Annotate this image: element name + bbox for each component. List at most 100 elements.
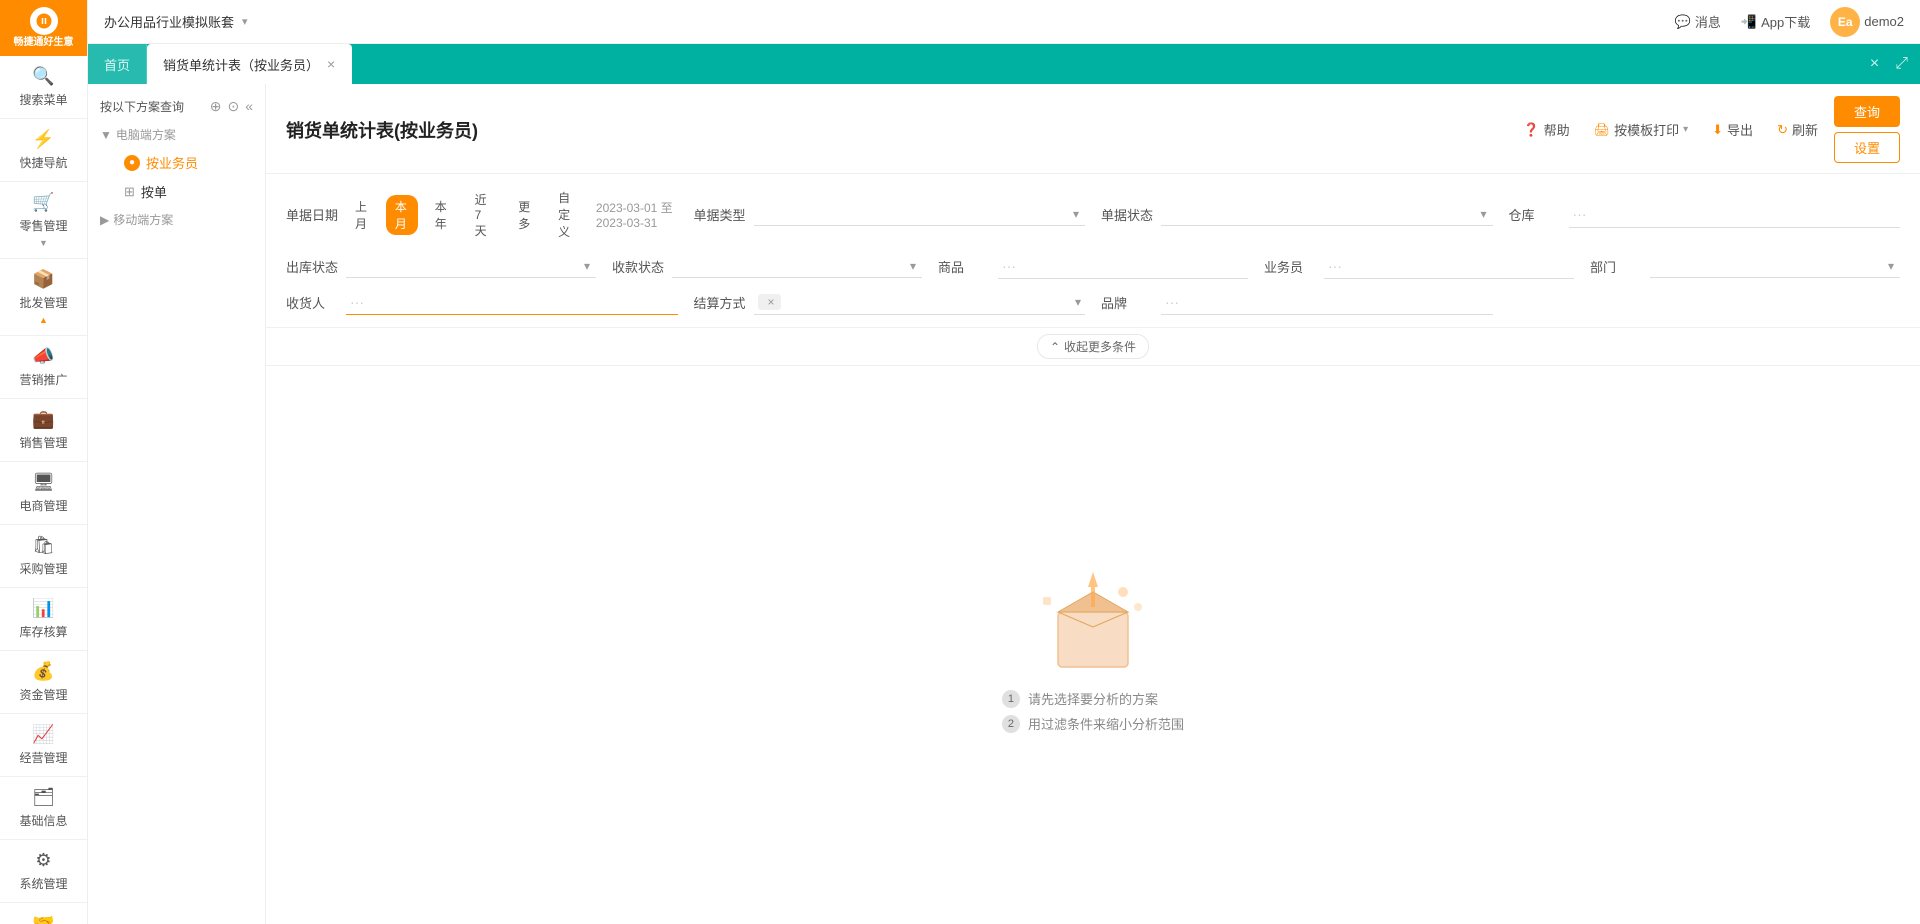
sidebar-item-quick-nav[interactable]: ⚡ 快捷导航 [0, 119, 88, 182]
sidebar-item-stock[interactable]: 📊 库存核算 [0, 588, 88, 651]
date-filter-buttons: 上月 本月 本年 近7天 更多 自定义 2023-03-01 至 2023-03… [346, 186, 678, 243]
date-btn-this-month[interactable]: 本月 [386, 195, 418, 235]
help-btn[interactable]: ❓ 帮助 [1515, 116, 1577, 143]
empty-svg [1023, 557, 1163, 677]
date-btn-last-month[interactable]: 上月 [346, 195, 378, 235]
payment-tag-close[interactable]: × [768, 295, 775, 309]
logo-text: 畅捷通好生意 [14, 37, 74, 49]
page-title: 销货单统计表(按业务员) [286, 117, 478, 143]
tree-item-by-order[interactable]: ⊞ 按单 [88, 177, 265, 206]
marketing-icon: 📣 [32, 346, 54, 367]
tab-sales-stat[interactable]: 销货单统计表（按业务员） × [147, 44, 352, 84]
tab-expand-icon[interactable]: ⤢ [1891, 51, 1912, 77]
warehouse-tag-area[interactable]: ··· [1569, 202, 1901, 228]
section-arrow: ▶ [100, 213, 109, 227]
order-scheme-label: 按单 [141, 182, 167, 201]
collapse-chevron-icon: ⌃ [1050, 340, 1060, 354]
brand-dots: ··· [1165, 294, 1179, 310]
settings-button[interactable]: 设置 [1834, 132, 1900, 163]
nav-icon: ⚡ [32, 129, 54, 150]
collapse-scheme-icon[interactable]: « [245, 98, 253, 115]
out-status-select[interactable]: ▾ [346, 255, 596, 278]
doc-type-select[interactable]: ▾ [754, 203, 1085, 226]
add-scheme-icon[interactable]: ⊕ [210, 98, 222, 115]
step-2-text: 用过滤条件来缩小分析范围 [1028, 714, 1184, 733]
export-icon: ⬇ [1712, 122, 1723, 138]
content-area: 按以下方案查询 ⊕ ⊙ « ▼ 电脑端方案 ● 按业务员 ⊞ 按单 [88, 84, 1920, 924]
tab-home[interactable]: 首页 [88, 44, 147, 84]
sidebar: 畅捷通好生意 🔍 搜索菜单 ⚡ 快捷导航 🛒 零售管理 ▼ 📦 批发管理 ▲ 📣… [0, 0, 88, 924]
date-range-text: 2023-03-01 至 2023-03-31 [596, 199, 678, 230]
sidebar-item-wholesale[interactable]: 📦 批发管理 ▲ [0, 259, 88, 336]
sidebar-item-label: 快捷导航 [19, 154, 67, 171]
tab-close-icon[interactable]: × [327, 56, 335, 72]
app-download-btn[interactable]: 📲 App下载 [1741, 12, 1810, 31]
left-panel-header: 按以下方案查询 ⊕ ⊙ « [88, 92, 265, 121]
salesperson-tag-area[interactable]: ··· [1324, 253, 1574, 279]
tree-section-desktop[interactable]: ▼ 电脑端方案 [88, 121, 265, 148]
goods-tag-area[interactable]: ··· [998, 253, 1248, 279]
export-btn[interactable]: ⬇ 导出 [1704, 116, 1761, 143]
filter-brand: 品牌 ··· [1101, 289, 1493, 315]
app-download-label: App下载 [1761, 12, 1810, 31]
out-status-chevron: ▾ [584, 259, 590, 273]
tab-sales-stat-label: 销货单统计表（按业务员） [163, 55, 319, 74]
refresh-icon: ↻ [1777, 122, 1788, 138]
tree-section-mobile[interactable]: ▶ 移动端方案 [88, 206, 265, 233]
out-status-label: 出库状态 [286, 257, 338, 276]
collapse-bar: ⌃ 收起更多条件 [266, 328, 1920, 366]
print-chevron: ▾ [1683, 124, 1688, 135]
filter-receipt-status: 收款状态 ▾ [612, 255, 922, 278]
sidebar-item-system[interactable]: ⚙ 系统管理 [0, 840, 88, 903]
tree-item-by-salesperson[interactable]: ● 按业务员 [88, 148, 265, 177]
print-icon: 🖨 [1594, 122, 1611, 138]
payment-tag-area[interactable]: × ▾ [754, 289, 1085, 315]
receipt-status-select[interactable]: ▾ [672, 255, 922, 278]
breadcrumb-text: 办公用品行业模拟账套 [104, 12, 234, 31]
user-area[interactable]: Ea demo2 [1830, 7, 1904, 37]
empty-step-1: 1 请先选择要分析的方案 [1002, 689, 1184, 708]
filter-goods: 商品 ··· [938, 253, 1248, 279]
sidebar-item-ops[interactable]: 📈 经营管理 [0, 714, 88, 777]
refresh-label: 刷新 [1792, 120, 1818, 139]
sidebar-item-enterprise[interactable]: 🤝 企业协同 [0, 903, 88, 924]
sidebar-item-purchase[interactable]: 🛍 采购管理 [0, 525, 88, 588]
sales-icon: 💼 [32, 409, 54, 430]
sidebar-item-ecom[interactable]: 🖥 电商管理 [0, 462, 88, 525]
filter-row-1: 单据日期 上月 本月 本年 近7天 更多 自定义 2023-03-01 至 20… [286, 186, 1900, 243]
sidebar-item-label: 销售管理 [19, 434, 67, 451]
tab-bar-actions: × ⤢ [1866, 51, 1920, 77]
sidebar-item-basic[interactable]: 🗂 基础信息 [0, 777, 88, 840]
settings-scheme-icon[interactable]: ⊙ [227, 98, 239, 115]
logo-icon [30, 7, 58, 35]
sidebar-item-search[interactable]: 🔍 搜索菜单 [0, 56, 88, 119]
date-btn-last-7[interactable]: 近7天 [466, 188, 502, 242]
doc-status-select[interactable]: ▾ [1161, 203, 1492, 226]
print-btn[interactable]: 🖨 按模板打印 ▾ [1586, 116, 1697, 143]
message-label: 消息 [1695, 12, 1721, 31]
tab-close-all-icon[interactable]: × [1866, 51, 1883, 77]
receipt-status-chevron: ▾ [910, 259, 916, 273]
step-num-1: 1 [1002, 690, 1020, 708]
date-btn-this-year[interactable]: 本年 [426, 195, 458, 235]
consignee-tag-area[interactable]: ··· [346, 289, 678, 315]
query-button[interactable]: 查询 [1834, 96, 1900, 127]
brand-tag-area[interactable]: ··· [1161, 289, 1493, 315]
sidebar-item-retail[interactable]: 🛒 零售管理 ▼ [0, 182, 88, 259]
message-icon: 💬 [1675, 14, 1691, 30]
dept-select[interactable]: ▾ [1650, 255, 1900, 278]
date-btn-custom[interactable]: 自定义 [549, 186, 588, 243]
sidebar-item-label: 系统管理 [19, 875, 67, 892]
basic-icon: 🗂 [32, 787, 55, 808]
sidebar-item-marketing[interactable]: 📣 营销推广 [0, 336, 88, 399]
sidebar-item-finance[interactable]: 💰 资金管理 [0, 651, 88, 714]
filter-date: 单据日期 上月 本月 本年 近7天 更多 自定义 2023-03-01 至 20… [286, 186, 678, 243]
sidebar-item-sales[interactable]: 💼 销售管理 [0, 399, 88, 462]
app-logo: 畅捷通好生意 [0, 0, 88, 56]
date-btn-more[interactable]: 更多 [509, 195, 541, 235]
refresh-btn[interactable]: ↻ 刷新 [1769, 116, 1826, 143]
help-label: 帮助 [1544, 120, 1570, 139]
collapse-button[interactable]: ⌃ 收起更多条件 [1037, 334, 1149, 359]
message-btn[interactable]: 💬 消息 [1675, 12, 1721, 31]
filter-payment: 结算方式 × ▾ [694, 289, 1086, 315]
